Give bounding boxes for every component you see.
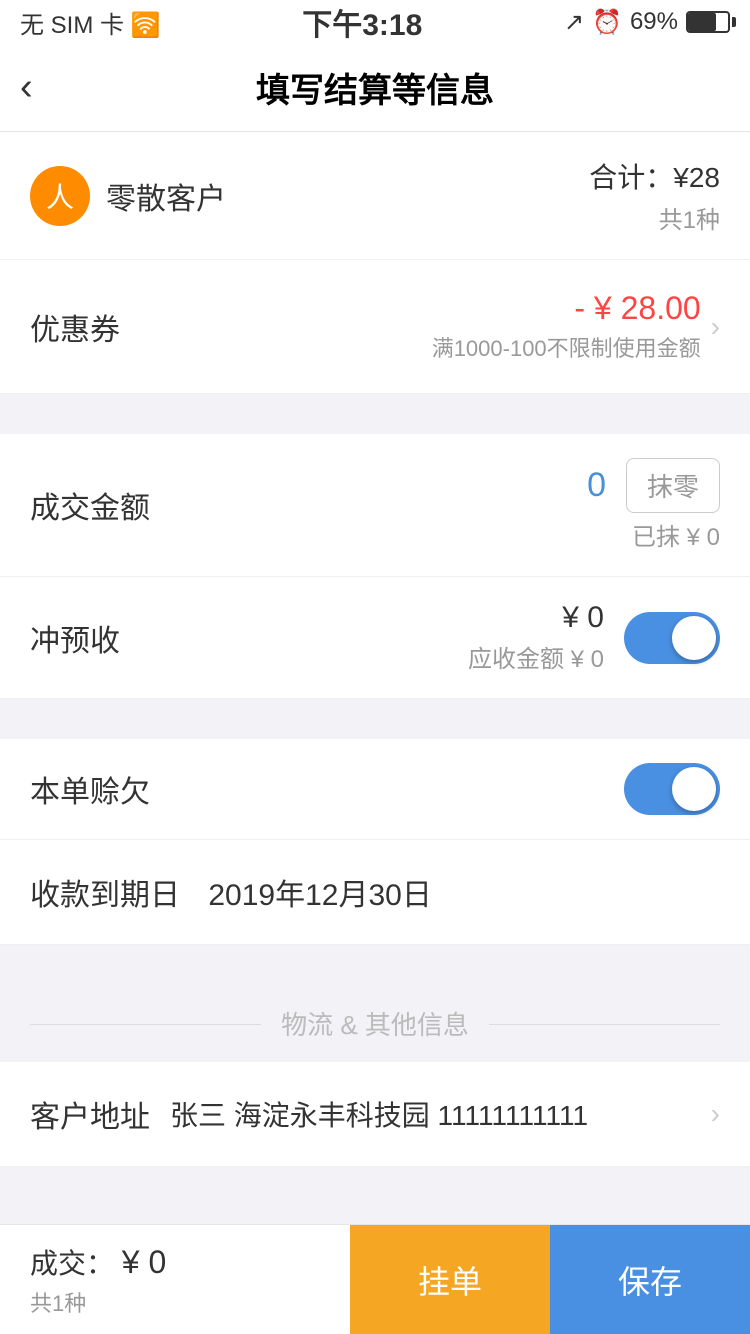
bottom-deal-label: 成交： xyxy=(30,1248,114,1279)
content-area: 人 零散客户 合计：¥28 共1种 优惠券 - ¥ 28.00 满1000-10… xyxy=(0,132,750,1307)
credit-toggle[interactable] xyxy=(624,763,720,815)
status-left: 无 SIM 卡 🛜 xyxy=(20,5,161,40)
section-divider-3 xyxy=(0,965,750,985)
customer-avatar: 人 xyxy=(30,166,90,226)
coupon-row[interactable]: 优惠券 - ¥ 28.00 满1000-100不限制使用金额 › xyxy=(0,260,750,394)
credit-label: 本单赊欠 xyxy=(30,767,150,811)
alarm-icon: ⏰ xyxy=(592,8,622,37)
save-button[interactable]: 保存 xyxy=(550,1225,750,1334)
status-time: 下午3:18 xyxy=(302,0,422,44)
due-date-label: 收款到期日 xyxy=(30,879,180,912)
prepayment-right: ¥ 0 应收金额 ¥ 0 xyxy=(468,601,720,674)
deal-amount-sub: 已抹 ¥ 0 xyxy=(486,517,720,552)
address-row[interactable]: 客户地址 张三 海淀永丰科技园 11111111111 › xyxy=(0,1062,750,1167)
bottom-bar: 成交： ¥ 0 共1种 挂单 保存 xyxy=(0,1224,750,1334)
logistics-label: 物流 & 其他信息 xyxy=(261,1005,489,1042)
save-button-label: 保存 xyxy=(618,1257,682,1303)
customer-left: 人 零散客户 xyxy=(30,166,226,226)
status-right: ↗ ⏰ 69% xyxy=(564,8,730,37)
deal-amount-row: 成交金额 抹零 已抹 ¥ 0 xyxy=(0,434,750,577)
customer-total: 合计：¥28 xyxy=(589,156,720,196)
customer-row: 人 零散客户 合计：¥28 共1种 xyxy=(0,132,750,260)
bottom-summary: 成交： ¥ 0 共1种 xyxy=(0,1242,350,1318)
round-zero-button[interactable]: 抹零 xyxy=(626,458,720,513)
prepayment-sub: 应收金额 ¥ 0 xyxy=(468,639,604,674)
customer-count: 共1种 xyxy=(589,200,720,235)
coupon-label: 优惠券 xyxy=(30,305,120,349)
section-divider-2 xyxy=(0,719,750,739)
nav-bar: ‹ 填写结算等信息 xyxy=(0,44,750,132)
credit-row: 本单赊欠 xyxy=(0,739,750,840)
credit-section: 本单赊欠 收款到期日 2019年12月30日 xyxy=(0,739,750,945)
battery-icon xyxy=(686,11,730,33)
deal-amount-input[interactable] xyxy=(486,466,606,505)
toggle-knob xyxy=(672,616,716,660)
coupon-chevron-icon: › xyxy=(711,311,720,343)
prepayment-toggle[interactable] xyxy=(624,612,720,664)
back-button[interactable]: ‹ xyxy=(20,66,33,109)
coupon-content: - ¥ 28.00 满1000-100不限制使用金额 xyxy=(432,290,701,363)
avatar-icon: 人 xyxy=(46,176,74,216)
logistics-section: 物流 & 其他信息 xyxy=(0,985,750,1062)
deal-amount-right: 抹零 已抹 ¥ 0 xyxy=(486,458,720,552)
deal-section: 成交金额 抹零 已抹 ¥ 0 冲预收 ¥ 0 应收金额 ¥ 0 xyxy=(0,434,750,699)
address-label: 客户地址 xyxy=(30,1092,150,1136)
prepayment-amounts: ¥ 0 应收金额 ¥ 0 xyxy=(468,601,604,674)
customer-name: 零散客户 xyxy=(106,174,226,218)
bottom-count: 共1种 xyxy=(30,1286,320,1318)
page-title: 填写结算等信息 xyxy=(256,63,494,112)
battery-text: 69% xyxy=(630,8,678,36)
section-divider-1 xyxy=(0,414,750,434)
address-value: 张三 海淀永丰科技园 11111111111 xyxy=(170,1094,711,1134)
prepayment-label: 冲预收 xyxy=(30,616,120,660)
no-sim-text: 无 SIM 卡 🛜 xyxy=(20,5,161,40)
coupon-right: - ¥ 28.00 满1000-100不限制使用金额 › xyxy=(432,290,720,363)
hang-button[interactable]: 挂单 xyxy=(350,1225,550,1334)
customer-right: 合计：¥28 共1种 xyxy=(589,156,720,235)
bottom-deal-line: 成交： ¥ 0 xyxy=(30,1242,320,1282)
coupon-discount: - ¥ 28.00 xyxy=(432,290,701,327)
prepayment-row: 冲预收 ¥ 0 应收金额 ¥ 0 xyxy=(0,577,750,699)
hang-button-label: 挂单 xyxy=(418,1257,482,1303)
prepayment-amount: ¥ 0 xyxy=(468,601,604,635)
coupon-desc: 满1000-100不限制使用金额 xyxy=(432,331,701,363)
address-section: 客户地址 张三 海淀永丰科技园 11111111111 › xyxy=(0,1062,750,1167)
deal-amount-label: 成交金额 xyxy=(30,483,150,527)
status-bar: 无 SIM 卡 🛜 下午3:18 ↗ ⏰ 69% xyxy=(0,0,750,44)
deal-amount-controls: 抹零 xyxy=(486,458,720,513)
due-date-value: 2019年12月30日 xyxy=(208,879,431,912)
customer-section: 人 零散客户 合计：¥28 共1种 优惠券 - ¥ 28.00 满1000-10… xyxy=(0,132,750,394)
location-icon: ↗ xyxy=(564,8,584,37)
address-chevron-icon: › xyxy=(711,1098,720,1130)
bottom-deal-amount: ¥ 0 xyxy=(122,1244,166,1280)
due-date-row[interactable]: 收款到期日 2019年12月30日 xyxy=(0,840,750,945)
credit-toggle-knob xyxy=(672,767,716,811)
